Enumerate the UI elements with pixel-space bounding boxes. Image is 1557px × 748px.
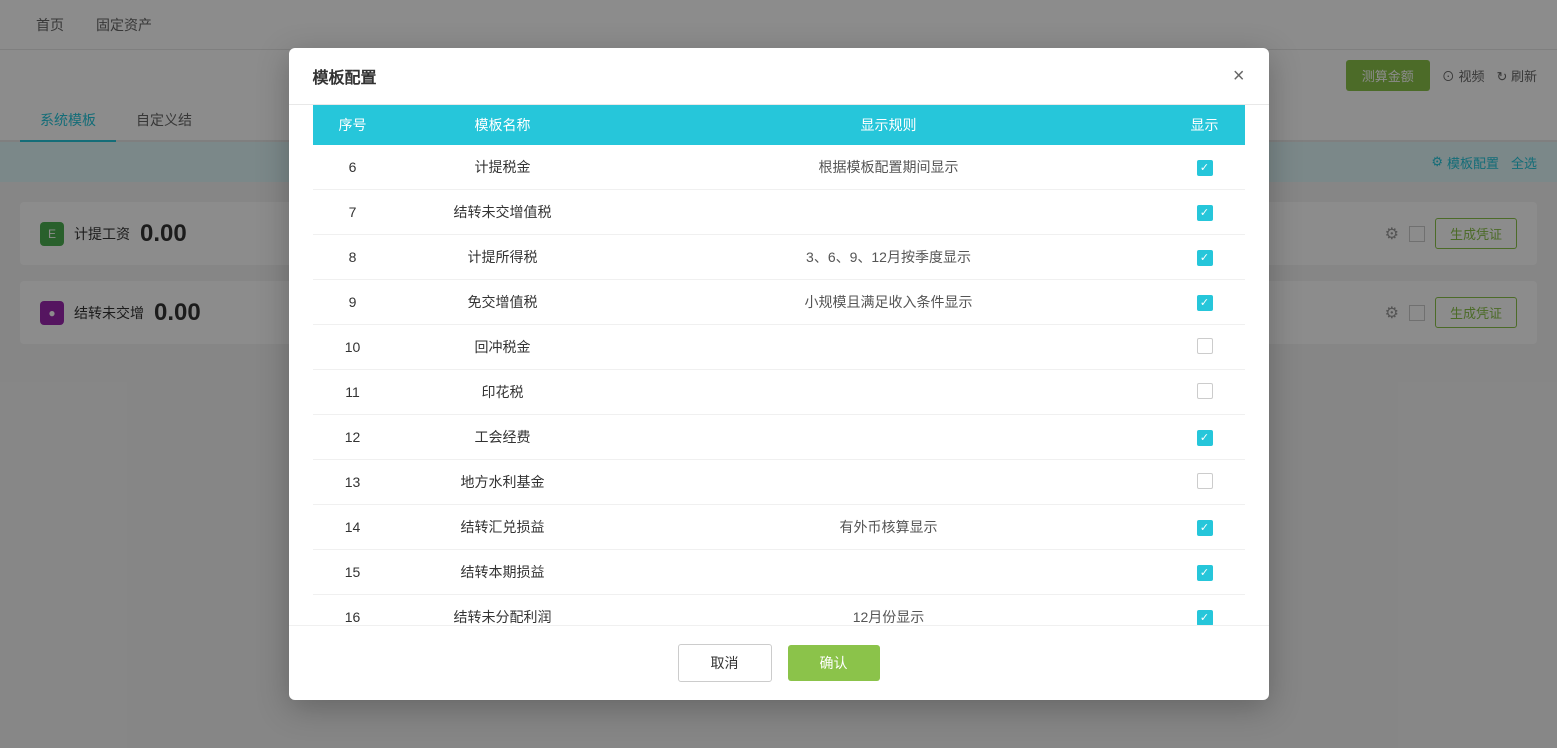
cell-id: 13 [313, 460, 393, 505]
table-row: 13地方水利基金 [313, 460, 1245, 505]
cell-name: 免交增值税 [393, 280, 613, 325]
cell-name: 地方水利基金 [393, 460, 613, 505]
row-checkbox[interactable] [1197, 565, 1213, 581]
row-checkbox[interactable] [1197, 160, 1213, 176]
row-checkbox[interactable] [1197, 520, 1213, 536]
cell-checkbox [1165, 415, 1245, 460]
modal-overlay: 模板配置 × 序号 模板名称 显示规则 显示 [0, 0, 1557, 748]
col-header-name: 模板名称 [393, 105, 613, 145]
cell-id: 7 [313, 190, 393, 235]
cell-checkbox [1165, 370, 1245, 415]
confirm-button[interactable]: 确认 [788, 645, 880, 681]
modal-close-button[interactable]: × [1233, 66, 1245, 86]
cell-rule [613, 190, 1165, 235]
cell-rule: 12月份显示 [613, 595, 1165, 626]
table-row: 15结转本期损益 [313, 550, 1245, 595]
modal-footer: 取消 确认 [289, 625, 1269, 700]
cell-id: 8 [313, 235, 393, 280]
table-row: 10回冲税金 [313, 325, 1245, 370]
row-checkbox[interactable] [1197, 295, 1213, 311]
cell-rule [613, 325, 1165, 370]
cell-name: 计提所得税 [393, 235, 613, 280]
cell-checkbox [1165, 190, 1245, 235]
cell-name: 印花税 [393, 370, 613, 415]
cell-checkbox [1165, 505, 1245, 550]
cell-name: 结转未交增值税 [393, 190, 613, 235]
row-checkbox[interactable] [1197, 383, 1213, 399]
template-config-modal: 模板配置 × 序号 模板名称 显示规则 显示 [289, 48, 1269, 700]
col-header-rule: 显示规则 [613, 105, 1165, 145]
col-header-show: 显示 [1165, 105, 1245, 145]
modal-header: 模板配置 × [289, 48, 1269, 105]
cell-rule: 3、6、9、12月按季度显示 [613, 235, 1165, 280]
cell-name: 回冲税金 [393, 325, 613, 370]
cell-checkbox [1165, 145, 1245, 190]
row-checkbox[interactable] [1197, 250, 1213, 266]
table-row: 8计提所得税3、6、9、12月按季度显示 [313, 235, 1245, 280]
cell-id: 14 [313, 505, 393, 550]
row-checkbox[interactable] [1197, 338, 1213, 354]
cell-rule: 有外币核算显示 [613, 505, 1165, 550]
table-row: 9免交增值税小规模且满足收入条件显示 [313, 280, 1245, 325]
cell-checkbox [1165, 460, 1245, 505]
cell-id: 15 [313, 550, 393, 595]
cell-checkbox [1165, 595, 1245, 626]
table-row: 6计提税金根据模板配置期间显示 [313, 145, 1245, 190]
cell-id: 16 [313, 595, 393, 626]
cell-rule: 根据模板配置期间显示 [613, 145, 1165, 190]
row-checkbox[interactable] [1197, 430, 1213, 446]
row-checkbox[interactable] [1197, 473, 1213, 489]
modal-title: 模板配置 [313, 64, 377, 88]
modal-table-wrap[interactable]: 序号 模板名称 显示规则 显示 6计提税金根据模板配置期间显示7结转未交增值税8… [313, 105, 1245, 625]
cell-rule [613, 415, 1165, 460]
cell-rule [613, 550, 1165, 595]
cell-name: 计提税金 [393, 145, 613, 190]
cancel-button[interactable]: 取消 [678, 644, 772, 682]
cell-checkbox [1165, 550, 1245, 595]
table-row: 7结转未交增值税 [313, 190, 1245, 235]
cell-id: 6 [313, 145, 393, 190]
cell-name: 结转本期损益 [393, 550, 613, 595]
col-header-id: 序号 [313, 105, 393, 145]
cell-name: 结转汇兑损益 [393, 505, 613, 550]
row-checkbox[interactable] [1197, 610, 1213, 625]
table-row: 11印花税 [313, 370, 1245, 415]
cell-name: 工会经费 [393, 415, 613, 460]
cell-rule [613, 370, 1165, 415]
cell-rule [613, 460, 1165, 505]
table-row: 14结转汇兑损益有外币核算显示 [313, 505, 1245, 550]
modal-body: 序号 模板名称 显示规则 显示 6计提税金根据模板配置期间显示7结转未交增值税8… [289, 105, 1269, 625]
cell-id: 10 [313, 325, 393, 370]
cell-name: 结转未分配利润 [393, 595, 613, 626]
table-row: 16结转未分配利润12月份显示 [313, 595, 1245, 626]
cell-rule: 小规模且满足收入条件显示 [613, 280, 1165, 325]
cell-id: 12 [313, 415, 393, 460]
cell-id: 11 [313, 370, 393, 415]
cell-id: 9 [313, 280, 393, 325]
row-checkbox[interactable] [1197, 205, 1213, 221]
cell-checkbox [1165, 235, 1245, 280]
table-row: 12工会经费 [313, 415, 1245, 460]
cell-checkbox [1165, 325, 1245, 370]
template-table: 序号 模板名称 显示规则 显示 6计提税金根据模板配置期间显示7结转未交增值税8… [313, 105, 1245, 625]
cell-checkbox [1165, 280, 1245, 325]
